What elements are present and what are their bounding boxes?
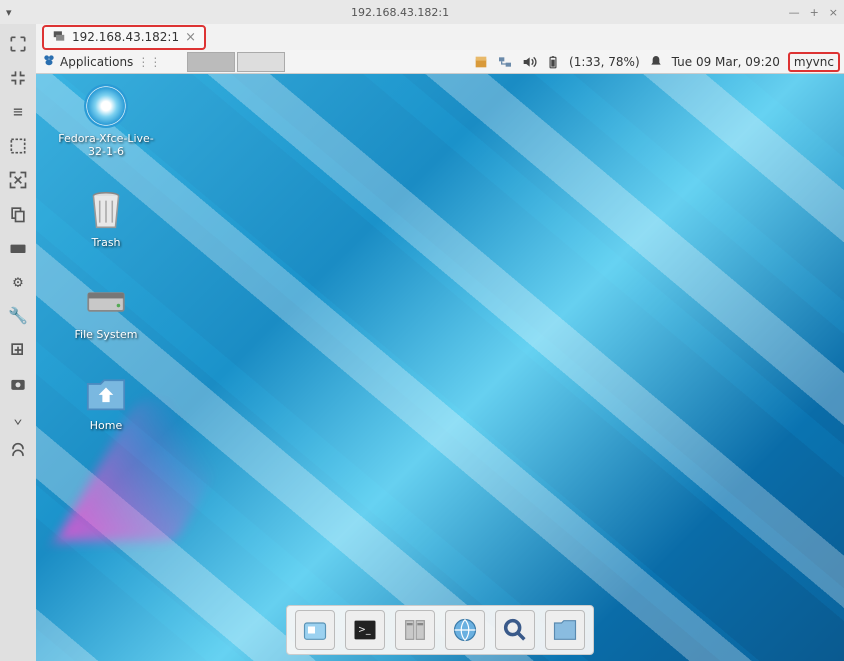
directory-button[interactable] — [545, 610, 585, 650]
mouse-logo-icon — [42, 53, 56, 70]
applications-label: Applications — [60, 55, 133, 69]
minimize-button[interactable]: — — [789, 6, 800, 19]
show-desktop-button[interactable] — [295, 610, 335, 650]
tools-icon[interactable]: 🔧 — [4, 302, 32, 330]
desktop-wallpaper[interactable]: Fedora-Xfce-Live-32-1-6 Trash File Syste… — [36, 74, 844, 661]
drive-icon — [84, 280, 128, 324]
remote-desktop: Applications ⋮⋮ — [36, 50, 844, 661]
xfce-top-panel: Applications ⋮⋮ — [36, 50, 844, 74]
volume-icon[interactable] — [521, 54, 537, 70]
network-icon[interactable] — [497, 54, 513, 70]
terminal-button[interactable]: >_ — [345, 610, 385, 650]
menu-icon[interactable]: ≡ — [4, 98, 32, 126]
monitor-icon — [52, 29, 66, 46]
fullscreen-enter-icon[interactable] — [4, 30, 32, 58]
menu-lines-icon: ⋮⋮ — [137, 55, 161, 69]
remmina-toolbar: ≡ ⚙ 🔧 ⌄ — [0, 24, 36, 661]
clock-text[interactable]: Tue 09 Mar, 09:20 — [672, 55, 780, 69]
task-button[interactable] — [237, 52, 285, 72]
trash-icon — [84, 188, 128, 232]
fullscreen-exit-icon[interactable] — [4, 64, 32, 92]
home-folder-icon — [84, 371, 128, 415]
system-tray: (1:33, 78%) Tue 09 Mar, 09:20 myvnc — [473, 52, 844, 72]
window-title: 192.168.43.182:1 — [18, 6, 783, 19]
desktop-icon-label: Trash — [91, 236, 120, 249]
battery-text: (1:33, 78%) — [569, 55, 640, 69]
xfce-dock: >_ — [286, 605, 594, 655]
scale-icon[interactable] — [4, 132, 32, 160]
reconnect-icon[interactable] — [4, 438, 32, 466]
connection-tabbar: 192.168.43.182:1 × — [36, 24, 844, 50]
svg-text:>_: >_ — [358, 624, 371, 635]
desktop-icon-label: Fedora-Xfce-Live-32-1-6 — [56, 132, 156, 158]
desktop-icon-label: File System — [75, 328, 138, 341]
window-menu-icon[interactable]: ▾ — [6, 6, 12, 19]
file-manager-button[interactable] — [395, 610, 435, 650]
desktop-icon-home[interactable]: Home — [56, 371, 156, 432]
keyboard-icon[interactable] — [4, 234, 32, 262]
task-button[interactable] — [187, 52, 235, 72]
user-menu[interactable]: myvnc — [788, 52, 840, 72]
close-button[interactable]: × — [829, 6, 838, 19]
clipboard-icon[interactable] — [4, 200, 32, 228]
window-titlebar: ▾ 192.168.43.182:1 — + × — [0, 0, 844, 24]
connection-tab-label: 192.168.43.182:1 — [72, 30, 179, 44]
duplicate-icon[interactable] — [4, 336, 32, 364]
app-finder-button[interactable] — [495, 610, 535, 650]
battery-icon[interactable] — [545, 54, 561, 70]
screenshot-icon[interactable] — [4, 370, 32, 398]
applications-menu[interactable]: Applications ⋮⋮ — [36, 53, 167, 70]
connection-tab[interactable]: 192.168.43.182:1 × — [42, 25, 206, 50]
maximize-button[interactable]: + — [810, 6, 819, 19]
settings-icon[interactable]: ⚙ — [4, 268, 32, 296]
desktop-icon-cd[interactable]: Fedora-Xfce-Live-32-1-6 — [56, 84, 156, 158]
desktop-icon-label: Home — [90, 419, 122, 432]
tab-close-button[interactable]: × — [185, 30, 196, 45]
package-update-icon[interactable] — [473, 54, 489, 70]
notification-bell-icon[interactable] — [648, 54, 664, 70]
web-browser-button[interactable] — [445, 610, 485, 650]
fit-window-icon[interactable] — [4, 166, 32, 194]
task-list — [187, 52, 285, 72]
desktop-icon-filesystem[interactable]: File System — [56, 280, 156, 341]
collapse-icon[interactable]: ⌄ — [4, 404, 32, 432]
cd-icon — [84, 84, 128, 128]
desktop-icon-trash[interactable]: Trash — [56, 188, 156, 249]
